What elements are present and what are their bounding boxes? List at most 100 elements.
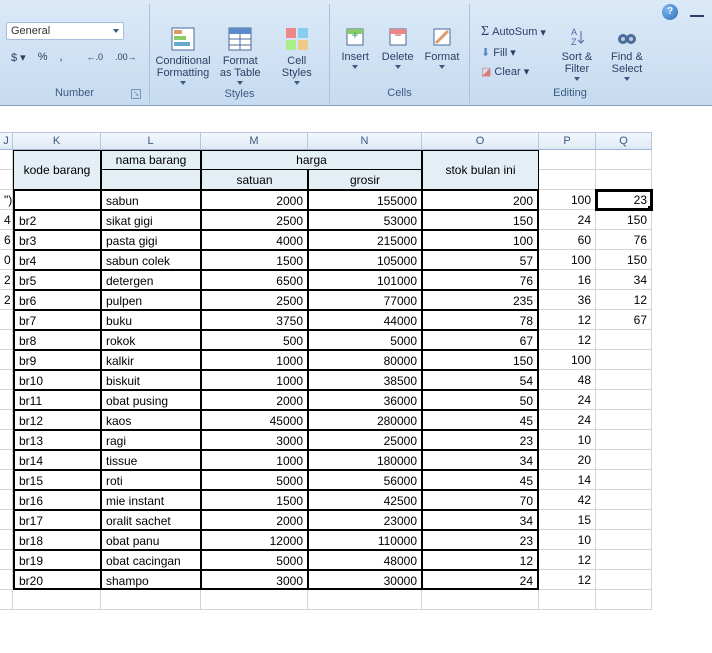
dialog-launcher-icon[interactable]: ↘: [131, 89, 141, 99]
cell-satuan[interactable]: 1000: [201, 350, 308, 370]
cell-nama[interactable]: kalkir: [101, 350, 201, 370]
cell-p[interactable]: 100: [539, 350, 596, 370]
cell-kode[interactable]: br6: [13, 290, 101, 310]
cell-kode[interactable]: br18: [13, 530, 101, 550]
header-nama[interactable]: nama barang: [101, 150, 201, 170]
cell-q[interactable]: [596, 330, 652, 350]
cell-p[interactable]: 24: [539, 410, 596, 430]
cell-kode[interactable]: [13, 190, 101, 210]
cell-kode[interactable]: br5: [13, 270, 101, 290]
cell-nama[interactable]: detergen: [101, 270, 201, 290]
cell-j[interactable]: [0, 370, 13, 390]
column-header-N[interactable]: N: [308, 132, 422, 150]
fill-handle[interactable]: [648, 206, 652, 210]
cell-grosir[interactable]: 5000: [308, 330, 422, 350]
cell-satuan[interactable]: 2000: [201, 510, 308, 530]
cell-grosir[interactable]: 36000: [308, 390, 422, 410]
cell-stok[interactable]: 34: [422, 450, 539, 470]
header-kode[interactable]: kode barang: [13, 150, 101, 190]
cell-q[interactable]: 12: [596, 290, 652, 310]
cell-stok[interactable]: 23: [422, 530, 539, 550]
minimize-icon[interactable]: [690, 15, 704, 17]
cell-nama[interactable]: sabun colek: [101, 250, 201, 270]
cell-q[interactable]: [596, 390, 652, 410]
cell-q[interactable]: [596, 370, 652, 390]
cell-p[interactable]: 14: [539, 470, 596, 490]
cell-grosir[interactable]: 38500: [308, 370, 422, 390]
cell-kode[interactable]: br20: [13, 570, 101, 590]
header-harga[interactable]: harga: [201, 150, 422, 170]
cell-j[interactable]: [0, 350, 13, 370]
cell-j[interactable]: [0, 550, 13, 570]
cell-j[interactable]: [0, 450, 13, 470]
cell-q[interactable]: 150: [596, 250, 652, 270]
format-button[interactable]: Format: [421, 22, 463, 72]
cell-j[interactable]: 6: [0, 230, 13, 250]
cell-p[interactable]: 24: [539, 390, 596, 410]
cell-kode[interactable]: br11: [13, 390, 101, 410]
conditional-formatting-button[interactable]: Conditional Formatting: [156, 22, 210, 88]
header-grosir[interactable]: grosir: [308, 170, 422, 190]
cell-j[interactable]: [0, 430, 13, 450]
cell-p[interactable]: 100: [539, 190, 596, 210]
cell-stok[interactable]: 70: [422, 490, 539, 510]
cell-p[interactable]: 48: [539, 370, 596, 390]
cell-j[interactable]: 0: [0, 250, 13, 270]
cell-stok[interactable]: 76: [422, 270, 539, 290]
cell[interactable]: [539, 170, 596, 190]
cell-j[interactable]: [0, 410, 13, 430]
cell-stok[interactable]: 150: [422, 210, 539, 230]
cell-p[interactable]: 24: [539, 210, 596, 230]
cell-p[interactable]: 12: [539, 310, 596, 330]
cell[interactable]: [0, 590, 13, 610]
cell-stok[interactable]: 100: [422, 230, 539, 250]
cell-j[interactable]: 2: [0, 270, 13, 290]
currency-button[interactable]: $ ▾: [6, 48, 31, 67]
cell-satuan[interactable]: 6500: [201, 270, 308, 290]
increase-decimal-button[interactable]: ←.0: [82, 48, 109, 67]
cell-nama[interactable]: sabun: [101, 190, 201, 210]
cell-stok[interactable]: 50: [422, 390, 539, 410]
cell-p[interactable]: 12: [539, 550, 596, 570]
cell-stok[interactable]: 34: [422, 510, 539, 530]
cell-nama[interactable]: oralit sachet: [101, 510, 201, 530]
cell-nama[interactable]: tissue: [101, 450, 201, 470]
cell-p[interactable]: 12: [539, 330, 596, 350]
cell[interactable]: [596, 170, 652, 190]
cell-kode[interactable]: br10: [13, 370, 101, 390]
cell-satuan[interactable]: 5000: [201, 550, 308, 570]
cell[interactable]: [308, 590, 422, 610]
cell-q[interactable]: [596, 570, 652, 590]
cell-p[interactable]: 10: [539, 430, 596, 450]
cell-nama[interactable]: sikat gigi: [101, 210, 201, 230]
cell[interactable]: [201, 590, 308, 610]
cell-kode[interactable]: br16: [13, 490, 101, 510]
cell-p[interactable]: 60: [539, 230, 596, 250]
cell-j[interactable]: [0, 330, 13, 350]
cell-kode[interactable]: br8: [13, 330, 101, 350]
cell-p[interactable]: 36: [539, 290, 596, 310]
number-format-dropdown[interactable]: General: [6, 22, 124, 40]
cell-nama[interactable]: shampo: [101, 570, 201, 590]
cell-grosir[interactable]: 48000: [308, 550, 422, 570]
cell-j[interactable]: [0, 530, 13, 550]
cell-j[interactable]: [0, 310, 13, 330]
cell-p[interactable]: 15: [539, 510, 596, 530]
cell-p[interactable]: 20: [539, 450, 596, 470]
cell[interactable]: [101, 590, 201, 610]
cell-satuan[interactable]: 3000: [201, 430, 308, 450]
cell-q[interactable]: 23: [596, 190, 652, 210]
cell-kode[interactable]: br9: [13, 350, 101, 370]
cell-p[interactable]: 16: [539, 270, 596, 290]
cell-kode[interactable]: br13: [13, 430, 101, 450]
cell-j[interactable]: [0, 490, 13, 510]
cell-stok[interactable]: 54: [422, 370, 539, 390]
cell-q[interactable]: [596, 490, 652, 510]
column-header-O[interactable]: O: [422, 132, 539, 150]
header-blank[interactable]: [101, 170, 201, 190]
column-header-K[interactable]: K: [13, 132, 101, 150]
cell-j[interactable]: 4: [0, 210, 13, 230]
column-header-P[interactable]: P: [539, 132, 596, 150]
cell-kode[interactable]: br7: [13, 310, 101, 330]
cell-q[interactable]: [596, 410, 652, 430]
